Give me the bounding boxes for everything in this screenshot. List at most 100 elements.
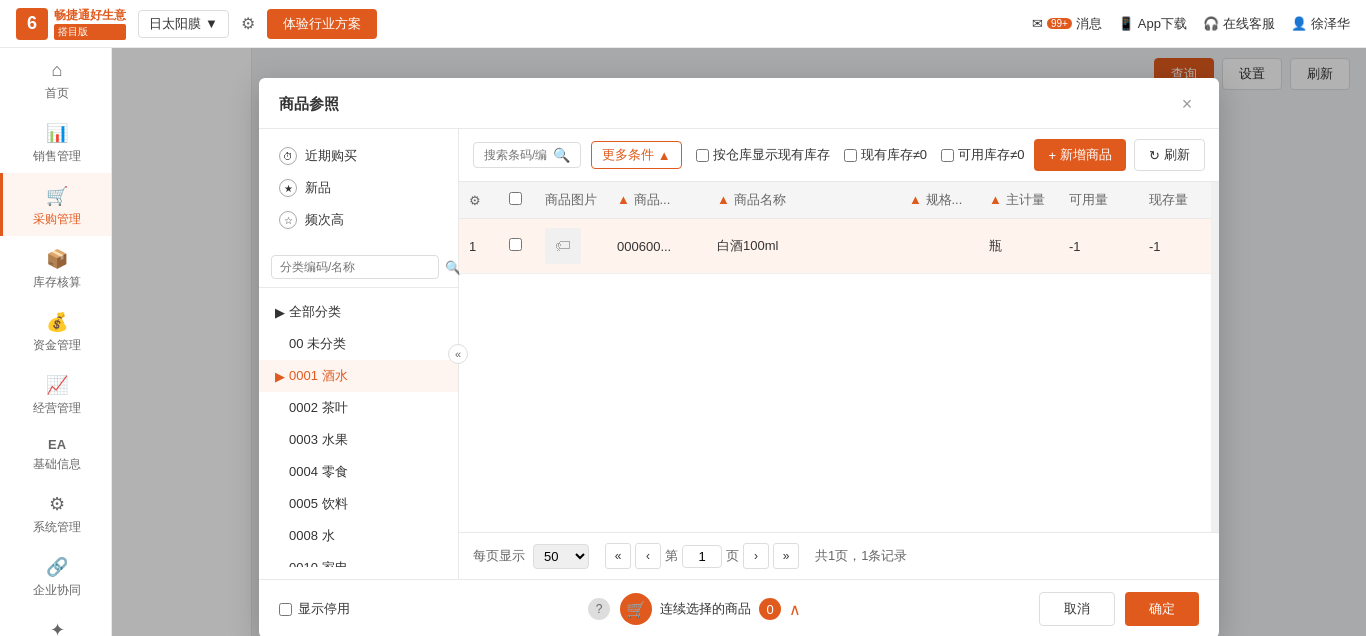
experience-button[interactable]: 体验行业方案 (267, 9, 377, 39)
checkbox-available-input[interactable] (941, 149, 954, 162)
logo-text: 畅捷通好生意 (54, 7, 126, 24)
shortcut-new[interactable]: ★ 新品 (271, 173, 446, 203)
modal-left-panel: « ⏱ 近期购买 ★ 新品 ☆ (259, 129, 459, 579)
show-disabled-checkbox[interactable]: 显示停用 (279, 600, 350, 618)
next-page-button[interactable]: › (743, 543, 769, 569)
footer-action-buttons: 取消 确定 (1039, 592, 1199, 626)
select-all-checkbox[interactable] (509, 192, 522, 205)
notifications-item[interactable]: ✉ 99+ 消息 (1032, 15, 1102, 33)
prev-page-button[interactable]: ‹ (635, 543, 661, 569)
category-liquor[interactable]: ▶ 0001 酒水 (259, 360, 458, 392)
row-spec (899, 219, 979, 274)
scroll-indicator (1211, 182, 1219, 532)
col-header-spec[interactable]: ▲ 规格... (899, 182, 979, 219)
col-header-unit[interactable]: ▲ 主计量 (979, 182, 1059, 219)
sidebar-item-home[interactable]: ⌂ 首页 (0, 48, 111, 110)
collapse-panel-button[interactable]: « (448, 344, 468, 364)
refresh-label: 刷新 (1164, 146, 1190, 164)
show-disabled-input[interactable] (279, 603, 292, 616)
notif-badge: 99+ (1047, 18, 1072, 29)
sidebar-item-sales[interactable]: 📊 销售管理 (0, 110, 111, 173)
col-stock-label: 现存量 (1149, 192, 1188, 207)
category-snack[interactable]: 0004 零食 (259, 456, 458, 488)
row-name: 白酒100ml (707, 219, 899, 274)
app-label: App下载 (1138, 15, 1187, 33)
col-spec-label: 规格... (926, 192, 963, 207)
row-unit: 瓶 (979, 219, 1059, 274)
store-name: 日太阳膜 (149, 15, 201, 33)
checkbox-stock-nonzero[interactable]: 现有库存≠0 (844, 146, 927, 164)
sidebar-item-purchase[interactable]: 🛒 采购管理 (0, 173, 111, 236)
row-checkbox[interactable] (509, 238, 522, 251)
sidebar-label-operations: 经营管理 (33, 400, 81, 417)
table-row[interactable]: 1 🏷 (459, 219, 1219, 274)
checkbox-warehouse-label: 按仓库显示现有库存 (713, 146, 830, 164)
confirm-button[interactable]: 确定 (1125, 592, 1199, 626)
collab-icon: 🔗 (46, 556, 68, 578)
category-uncategorized[interactable]: 00 未分类 (259, 328, 458, 360)
product-search-input[interactable] (484, 148, 547, 162)
app-download-item[interactable]: 📱 App下载 (1118, 15, 1187, 33)
inventory-icon: 📦 (46, 248, 68, 270)
category-tea[interactable]: 0002 茶叶 (259, 392, 458, 424)
store-selector[interactable]: 日太阳膜 ▼ (138, 10, 229, 38)
cart-icon-button[interactable]: 🛒 (620, 593, 652, 625)
last-page-button[interactable]: » (773, 543, 799, 569)
first-page-button[interactable]: « (605, 543, 631, 569)
appliance-label: 0010 家电 (289, 559, 348, 567)
per-page-select[interactable]: 20 50 100 (533, 544, 589, 569)
sidebar-item-guide[interactable]: ✦ 新手引导 (0, 607, 111, 636)
gear-icon[interactable]: ⚙ (241, 14, 255, 33)
sidebar-item-system[interactable]: ⚙ 系统管理 (0, 481, 111, 544)
sidebar-label-system: 系统管理 (33, 519, 81, 536)
user-item[interactable]: 👤 徐泽华 (1291, 15, 1350, 33)
shortcut-recent[interactable]: ⏱ 近期购买 (271, 141, 446, 171)
checkbox-available-nonzero[interactable]: 可用库存≠0 (941, 146, 1024, 164)
new-label: 新品 (305, 179, 331, 197)
sidebar-item-finance[interactable]: 💰 资金管理 (0, 299, 111, 362)
product-search-icon[interactable]: 🔍 (553, 147, 570, 163)
checkbox-by-warehouse[interactable]: 按仓库显示现有库存 (696, 146, 830, 164)
category-appliance[interactable]: 0010 家电 (259, 552, 458, 567)
all-categories-arrow: ▶ (275, 305, 285, 320)
support-item[interactable]: 🎧 在线客服 (1203, 15, 1275, 33)
col-header-code[interactable]: ▲ 商品... (607, 182, 707, 219)
checkbox-warehouse-input[interactable] (696, 149, 709, 162)
modal-close-button[interactable]: × (1175, 92, 1199, 116)
col-header-check (499, 182, 535, 219)
row-num: 1 (459, 219, 499, 274)
category-fruit[interactable]: 0003 水果 (259, 424, 458, 456)
product-table: ⚙ 商品图片 (459, 182, 1219, 274)
shortcut-frequent[interactable]: ☆ 频次高 (271, 205, 446, 235)
sidebar-item-inventory[interactable]: 📦 库存核算 (0, 236, 111, 299)
modal-body: « ⏱ 近期购买 ★ 新品 ☆ (259, 129, 1219, 579)
category-all[interactable]: ▶ 全部分类 (259, 296, 458, 328)
refresh-table-button[interactable]: ↻ 刷新 (1134, 139, 1205, 171)
filter-checkboxes: 按仓库显示现有库存 现有库存≠0 可用库存≠0 (696, 146, 1025, 164)
settings-col-icon[interactable]: ⚙ (469, 193, 481, 208)
checkbox-stock-input[interactable] (844, 149, 857, 162)
help-button[interactable]: ? (588, 598, 610, 620)
sidebar-item-operations[interactable]: 📈 经营管理 (0, 362, 111, 425)
recent-label: 近期购买 (305, 147, 357, 165)
col-header-img: 商品图片 (535, 182, 607, 219)
category-water[interactable]: 0008 水 (259, 520, 458, 552)
liquor-arrow: ▶ (275, 369, 285, 384)
modal-footer: 显示停用 ? 🛒 连续选择的商品 0 ∧ (259, 579, 1219, 636)
sidebar-label-sales: 销售管理 (33, 148, 81, 165)
classify-input[interactable] (271, 255, 439, 279)
refresh-icon: ↻ (1149, 148, 1160, 163)
cart-collapse-icon[interactable]: ∧ (789, 600, 801, 619)
modal-backdrop: 商品参照 × « ⏱ 近期购买 (112, 48, 1366, 636)
category-beverage[interactable]: 0005 饮料 (259, 488, 458, 520)
add-product-button[interactable]: + 新增商品 (1034, 139, 1126, 171)
cancel-button[interactable]: 取消 (1039, 592, 1115, 626)
sort-icon-unit: ▲ (989, 192, 1002, 207)
more-filter-button[interactable]: 更多条件 ▲ (591, 141, 682, 169)
sidebar-item-collab[interactable]: 🔗 企业协同 (0, 544, 111, 607)
col-header-settings: ⚙ (459, 182, 499, 219)
sidebar-item-basic[interactable]: EA 基础信息 (0, 425, 111, 481)
col-header-name[interactable]: ▲ 商品名称 (707, 182, 899, 219)
page-number-input[interactable] (682, 545, 722, 568)
row-check[interactable] (499, 219, 535, 274)
